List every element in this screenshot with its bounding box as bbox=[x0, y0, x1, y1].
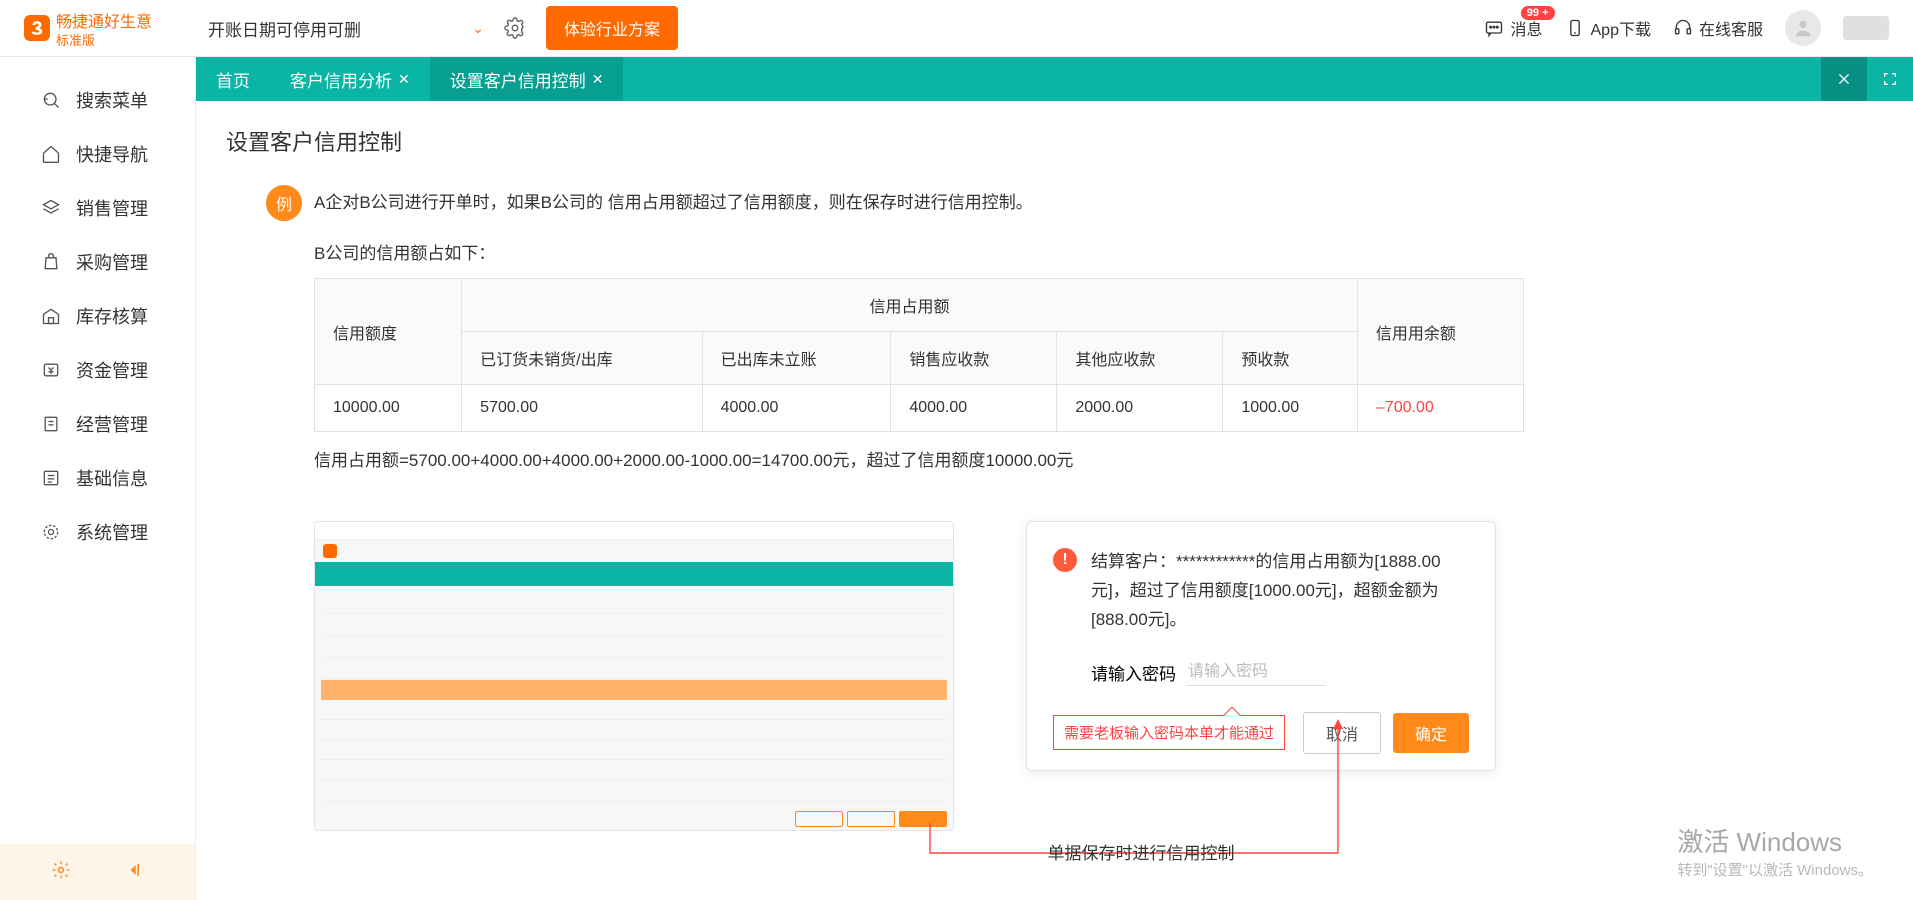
online-support-button[interactable]: 在线客服 bbox=[1673, 16, 1763, 40]
home-icon bbox=[40, 143, 62, 165]
illustration-row: ! 结算客户：************的信用占用额为[1888.00元]，超过了… bbox=[266, 521, 1859, 831]
sidebar-item-system[interactable]: 系统管理 bbox=[0, 505, 195, 559]
brand-sub: 标准版 bbox=[56, 30, 152, 49]
dropdown-value: 开账日期可停用可删 bbox=[208, 16, 361, 41]
th-sub-3: 其他应收款 bbox=[1057, 332, 1223, 385]
footer-collapse-button[interactable] bbox=[124, 860, 144, 885]
sidebar-item-sales[interactable]: 销售管理 bbox=[0, 181, 195, 235]
user-name-placeholder bbox=[1843, 16, 1889, 40]
th-sub-4: 预收款 bbox=[1223, 332, 1358, 385]
th-sub-2: 销售应收款 bbox=[891, 332, 1057, 385]
brand-logo-icon bbox=[24, 15, 50, 41]
sidebar-item-basedata[interactable]: 基础信息 bbox=[0, 451, 195, 505]
sidebar-item-inventory[interactable]: 库存核算 bbox=[0, 289, 195, 343]
warehouse-icon bbox=[40, 305, 62, 327]
user-avatar[interactable] bbox=[1785, 10, 1821, 46]
td-sub-0: 5700.00 bbox=[462, 385, 702, 432]
tab-credit-analysis[interactable]: 客户信用分析 ✕ bbox=[270, 57, 430, 101]
example-badge-icon: 例 bbox=[266, 185, 302, 221]
sidebar-item-label: 库存核算 bbox=[76, 303, 148, 329]
sidebar-item-label: 经营管理 bbox=[76, 411, 148, 437]
sidebar-item-label: 基础信息 bbox=[76, 465, 148, 491]
messages-badge: 99 + bbox=[1521, 6, 1555, 20]
tab-label: 首页 bbox=[216, 67, 250, 92]
phone-icon bbox=[1565, 18, 1585, 38]
credit-table: 信用额度 信用占用额 信用用余额 已订货未销货/出库 已出库未立账 销售应收款 … bbox=[314, 278, 1524, 432]
settings-gear-button[interactable] bbox=[504, 17, 526, 39]
money-icon bbox=[40, 359, 62, 381]
sidebar-item-label: 资金管理 bbox=[76, 357, 148, 383]
tab-label: 客户信用分析 bbox=[290, 67, 392, 92]
password-label: 请输入密码 bbox=[1091, 660, 1176, 685]
password-input[interactable] bbox=[1186, 659, 1326, 686]
top-header: 畅捷通好生意 标准版 开账日期可停用可删 ⌄ 体验行业方案 消息 99 + Ap… bbox=[0, 0, 1913, 57]
tab-fullscreen-button[interactable] bbox=[1867, 57, 1913, 101]
sidebar-item-purchase[interactable]: 采购管理 bbox=[0, 235, 195, 289]
sidebar-footer bbox=[0, 844, 195, 900]
th-credit-limit: 信用额度 bbox=[315, 279, 462, 385]
app-label: App下载 bbox=[1591, 16, 1651, 40]
content: 设置客户信用控制 例 A企对B公司进行开单时，如果B公司的 信用占用额超过了信用… bbox=[196, 101, 1913, 900]
sidebar-item-quicknav[interactable]: 快捷导航 bbox=[0, 127, 195, 181]
logo-area: 畅捷通好生意 标准版 bbox=[0, 8, 196, 49]
user-icon bbox=[1792, 17, 1814, 39]
search-icon bbox=[40, 89, 62, 111]
td-sub-1: 4000.00 bbox=[702, 385, 891, 432]
messages-button[interactable]: 消息 99 + bbox=[1484, 16, 1542, 40]
list-icon bbox=[40, 467, 62, 489]
dialog-message: 结算客户：************的信用占用额为[1888.00元]，超过了信用… bbox=[1091, 548, 1469, 635]
close-icon[interactable]: ✕ bbox=[398, 71, 410, 88]
order-form-screenshot bbox=[314, 521, 954, 831]
chevron-down-icon: ⌄ bbox=[472, 20, 484, 37]
th-sub-1: 已出库未立账 bbox=[702, 332, 891, 385]
example-subtext: B公司的信用额占如下： bbox=[266, 239, 1859, 264]
th-balance: 信用用余额 bbox=[1357, 279, 1523, 385]
message-icon bbox=[1484, 18, 1504, 38]
footer-gear-button[interactable] bbox=[51, 860, 71, 885]
sidebar: 搜索菜单 快捷导航 销售管理 采购管理 库存核算 资金管理 经营管理 基础信息 bbox=[0, 57, 196, 900]
report-icon bbox=[40, 413, 62, 435]
sidebar-item-finance[interactable]: 资金管理 bbox=[0, 343, 195, 397]
sidebar-item-operation[interactable]: 经营管理 bbox=[0, 397, 195, 451]
td-sub-2: 4000.00 bbox=[891, 385, 1057, 432]
support-label: 在线客服 bbox=[1699, 16, 1763, 40]
sidebar-item-search[interactable]: 搜索菜单 bbox=[0, 73, 195, 127]
credit-check-dialog: ! 结算客户：************的信用占用额为[1888.00元]，超过了… bbox=[1026, 521, 1496, 771]
tag-icon bbox=[40, 197, 62, 219]
td-credit-limit: 10000.00 bbox=[315, 385, 462, 432]
th-credit-used-group: 信用占用额 bbox=[462, 279, 1358, 332]
formula-text: 信用占用额=5700.00+4000.00+4000.00+2000.00-10… bbox=[266, 446, 1859, 471]
warning-icon: ! bbox=[1053, 548, 1077, 572]
tab-label: 设置客户信用控制 bbox=[450, 67, 586, 92]
td-balance: –700.00 bbox=[1357, 385, 1523, 432]
sidebar-item-label: 销售管理 bbox=[76, 195, 148, 221]
tab-home[interactable]: 首页 bbox=[196, 57, 270, 101]
annotation-label: 单据保存时进行信用控制 bbox=[926, 839, 1356, 864]
sidebar-item-label: 采购管理 bbox=[76, 249, 148, 275]
headset-icon bbox=[1673, 18, 1693, 38]
td-sub-3: 2000.00 bbox=[1057, 385, 1223, 432]
sidebar-item-label: 搜索菜单 bbox=[76, 87, 148, 113]
example-text: A企对B公司进行开单时，如果B公司的 信用占用额超过了信用额度，则在保存时进行信… bbox=[314, 189, 1033, 218]
header-actions: 消息 99 + App下载 在线客服 bbox=[1484, 10, 1913, 46]
page-title: 设置客户信用控制 bbox=[196, 101, 1913, 177]
sidebar-item-label: 快捷导航 bbox=[76, 141, 148, 167]
ok-button[interactable]: 确定 bbox=[1393, 713, 1469, 753]
experience-industry-button[interactable]: 体验行业方案 bbox=[546, 6, 678, 50]
system-icon bbox=[40, 521, 62, 543]
tab-close-button[interactable] bbox=[1821, 57, 1867, 101]
account-period-dropdown[interactable]: 开账日期可停用可删 ⌄ bbox=[196, 16, 496, 41]
tabbar: 首页 客户信用分析 ✕ 设置客户信用控制 ✕ bbox=[196, 57, 1913, 101]
th-sub-0: 已订货未销货/出库 bbox=[462, 332, 702, 385]
sidebar-item-label: 系统管理 bbox=[76, 519, 148, 545]
td-sub-4: 1000.00 bbox=[1223, 385, 1358, 432]
app-download-button[interactable]: App下载 bbox=[1565, 16, 1651, 40]
brand-name: 畅捷通好生意 bbox=[56, 14, 152, 31]
close-icon[interactable]: ✕ bbox=[592, 71, 604, 88]
scroll-area[interactable]: 例 A企对B公司进行开单时，如果B公司的 信用占用额超过了信用额度，则在保存时进… bbox=[226, 171, 1899, 900]
tab-credit-control[interactable]: 设置客户信用控制 ✕ bbox=[430, 57, 624, 101]
bag-icon bbox=[40, 251, 62, 273]
password-hint: 需要老板输入密码本单才能通过 bbox=[1053, 715, 1285, 750]
cancel-button[interactable]: 取消 bbox=[1303, 712, 1381, 754]
